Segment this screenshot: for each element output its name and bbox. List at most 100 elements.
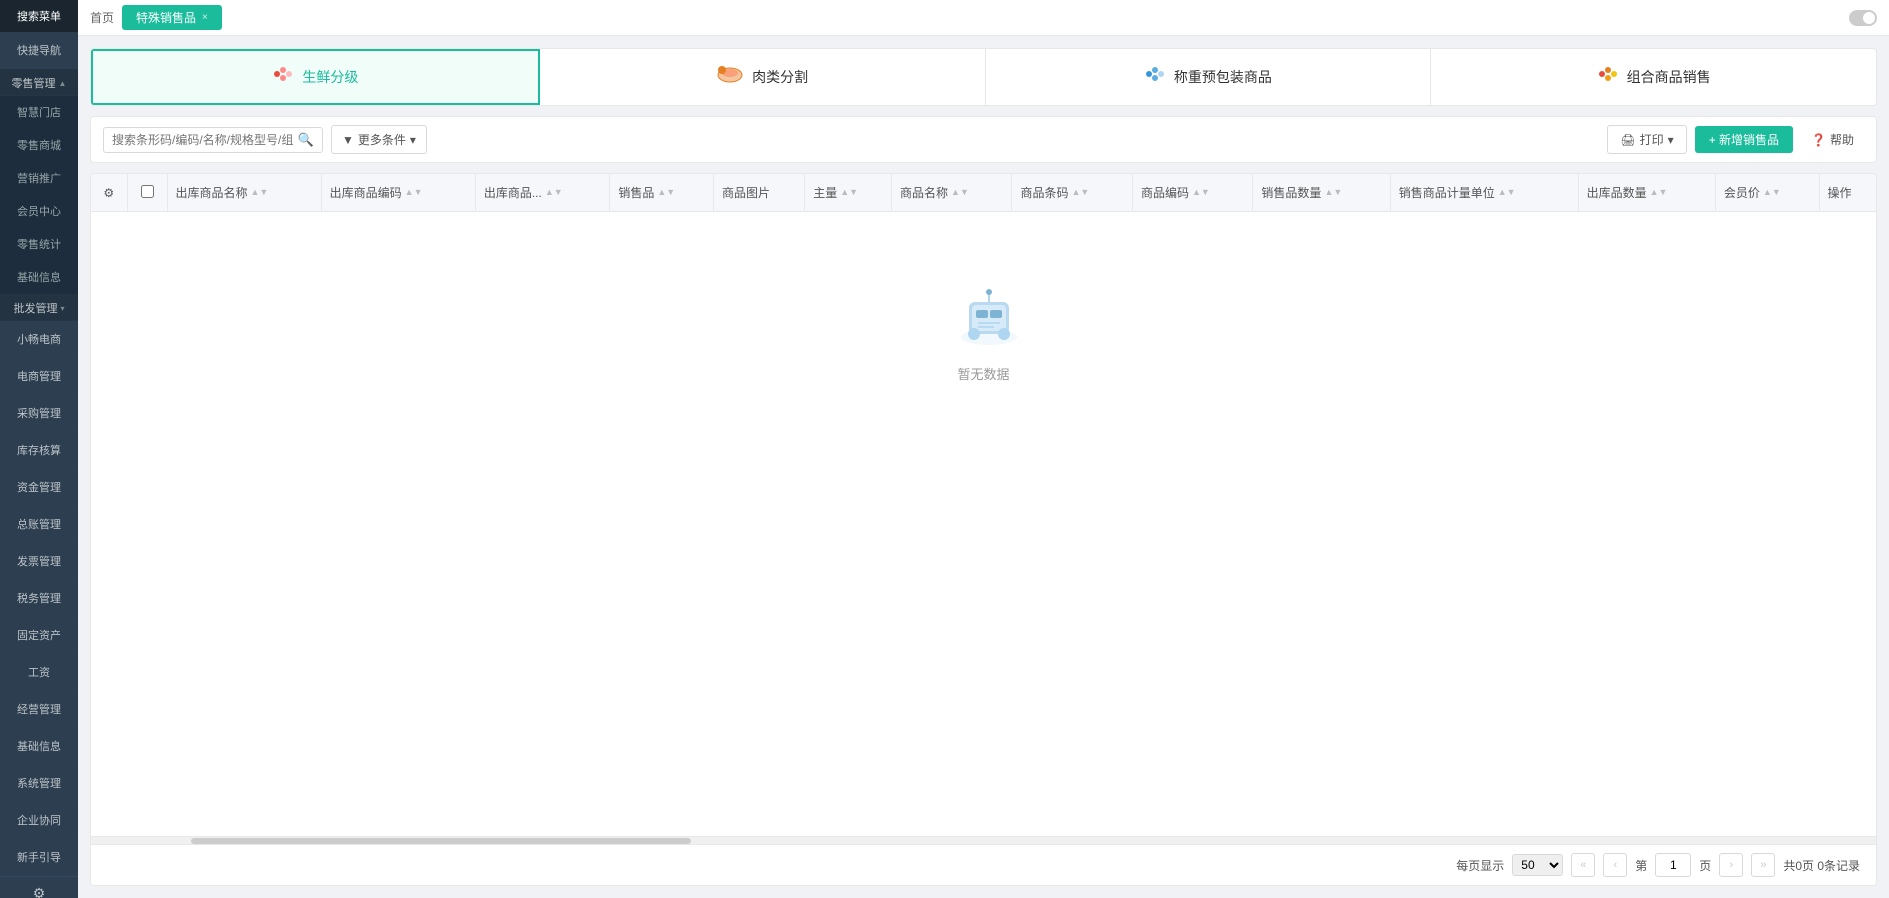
- sidebar-item-tax-mgmt[interactable]: 税务管理: [0, 580, 78, 617]
- th-sales-qty[interactable]: 销售品数量 ▲▼: [1253, 174, 1390, 212]
- tab-close-icon[interactable]: ×: [202, 12, 208, 23]
- th-outbound-code[interactable]: 出库商品编码 ▲▼: [321, 174, 475, 212]
- select-all-checkbox[interactable]: [141, 185, 154, 198]
- sidebar-item-smart-store[interactable]: 智慧门店: [0, 96, 78, 129]
- th-product-name[interactable]: 商品名称 ▲▼: [892, 174, 1012, 212]
- marketing-label: 营销推广: [17, 173, 61, 185]
- sidebar-item-purchase-mgmt[interactable]: 采购管理: [0, 395, 78, 432]
- search-icon[interactable]: 🔍: [298, 132, 314, 148]
- cat-tab-meat[interactable]: 肉类分割: [540, 49, 986, 105]
- sidebar-item-general-ledger[interactable]: 总账管理: [0, 506, 78, 543]
- empty-state: 暂无数据: [91, 212, 1876, 443]
- retail-mgmt-arrow: ▲: [59, 79, 67, 88]
- cat-tab-fresh[interactable]: 生鲜分级: [91, 49, 540, 105]
- sidebar-item-base-info[interactable]: 基础信息: [0, 261, 78, 294]
- cat-tab-weigh[interactable]: 称重预包装商品: [986, 49, 1432, 105]
- add-product-button[interactable]: + 新增销售品: [1695, 126, 1793, 153]
- active-tab[interactable]: 特殊销售品 ×: [122, 5, 222, 30]
- th-sales-item[interactable]: 销售品 ▲▼: [610, 174, 714, 212]
- filter-arrow-icon: ▾: [410, 133, 416, 147]
- th-sales-unit[interactable]: 销售商品计量单位 ▲▼: [1390, 174, 1578, 212]
- sidebar-item-quick-nav[interactable]: 快捷导航: [0, 32, 78, 69]
- th-outbound-spec-label: 出库商品...: [484, 184, 542, 201]
- sidebar-item-inventory[interactable]: 库存核算: [0, 432, 78, 469]
- th-outbound-spec[interactable]: 出库商品... ▲▼: [475, 174, 610, 212]
- main-area: 首页 特殊销售品 × 生鲜分级: [78, 0, 1889, 898]
- meat-icon: [716, 65, 744, 89]
- th-actions: 操作: [1819, 174, 1876, 212]
- sidebar-item-retail-mgmt[interactable]: 零售管理 ▲: [0, 69, 78, 96]
- last-page-button[interactable]: »: [1751, 853, 1775, 877]
- sort-product-name-icon: ▲▼: [951, 188, 969, 197]
- sort-barcode-icon: ▲▼: [1072, 188, 1090, 197]
- th-barcode[interactable]: 商品条码 ▲▼: [1012, 174, 1132, 212]
- fresh-label: 生鲜分级: [302, 67, 358, 87]
- smart-store-label: 智慧门店: [17, 107, 61, 119]
- fresh-icon: [272, 65, 294, 89]
- print-icon: 🖨: [1620, 133, 1635, 147]
- sidebar-item-invoice-mgmt[interactable]: 发票管理: [0, 543, 78, 580]
- sidebar-item-capital-mgmt[interactable]: 资金管理: [0, 469, 78, 506]
- sidebar-item-salary[interactable]: 工资: [0, 654, 78, 691]
- th-outbound-code-label: 出库商品编码: [330, 184, 402, 201]
- sidebar-item-system-mgmt[interactable]: 系统管理: [0, 765, 78, 802]
- th-member-price-label: 会员价: [1724, 184, 1760, 201]
- first-page-button[interactable]: «: [1571, 853, 1595, 877]
- next-page-button[interactable]: ›: [1719, 853, 1743, 877]
- page-number-input[interactable]: [1655, 853, 1691, 877]
- th-outbound-qty[interactable]: 出库品数量 ▲▼: [1578, 174, 1715, 212]
- sidebar-logo[interactable]: 搜索菜单: [0, 0, 78, 32]
- empty-icon: [944, 272, 1024, 352]
- quick-nav-label: 快捷导航: [17, 42, 61, 58]
- sidebar-item-new-guide[interactable]: 新手引导: [0, 839, 78, 876]
- sidebar-settings[interactable]: ⚙: [0, 876, 78, 898]
- th-checkbox[interactable]: [127, 174, 167, 212]
- category-tabs: 生鲜分级 肉类分割: [90, 48, 1877, 106]
- meat-label: 肉类分割: [752, 67, 808, 87]
- th-settings[interactable]: ⚙: [91, 174, 127, 212]
- per-page-select[interactable]: 10 20 50 100: [1512, 854, 1563, 876]
- print-button[interactable]: 🖨 打印 ▾: [1607, 125, 1686, 154]
- prev-page-button[interactable]: ‹: [1603, 853, 1627, 877]
- sidebar-item-mini-ecommerce[interactable]: 小畅电商: [0, 321, 78, 358]
- filter-icon: ▼: [342, 133, 354, 147]
- sidebar-item-operations-mgmt[interactable]: 经营管理: [0, 691, 78, 728]
- sidebar-item-fixed-assets[interactable]: 固定资产: [0, 617, 78, 654]
- sidebar-item-members[interactable]: 会员中心: [0, 195, 78, 228]
- filter-label: 更多条件: [358, 131, 406, 148]
- sidebar-item-retail-stats[interactable]: 零售统计: [0, 228, 78, 261]
- table-scroll-area[interactable]: ⚙ 出库商品名称 ▲▼: [91, 174, 1876, 836]
- search-input[interactable]: [112, 133, 293, 147]
- help-button[interactable]: ❓ 帮助: [1801, 126, 1864, 153]
- members-label: 会员中心: [17, 206, 61, 218]
- ecommerce-mgmt-label: 电商管理: [17, 368, 61, 384]
- sidebar-item-base-info2[interactable]: 基础信息: [0, 728, 78, 765]
- capital-mgmt-label: 资金管理: [17, 479, 61, 495]
- sidebar: 搜索菜单 快捷导航 零售管理 ▲ 智慧门店 零售商城 营销推广 会员中心 零售统…: [0, 0, 78, 898]
- active-tab-label: 特殊销售品: [136, 9, 196, 26]
- th-main-weight[interactable]: 主量 ▲▼: [805, 174, 892, 212]
- topbar-right: [1849, 10, 1877, 26]
- sidebar-item-ecommerce-mgmt[interactable]: 电商管理: [0, 358, 78, 395]
- table-horizontal-scrollbar[interactable]: [91, 836, 1876, 844]
- home-link[interactable]: 首页: [90, 9, 114, 26]
- sidebar-item-marketing[interactable]: 营销推广: [0, 162, 78, 195]
- th-product-code-label: 商品编码: [1141, 184, 1189, 201]
- print-arrow: ▾: [1668, 133, 1674, 147]
- th-barcode-label: 商品条码: [1020, 184, 1068, 201]
- toolbar: 🔍 ▼ 更多条件 ▾ 🖨 打印 ▾ + 新增销售品 ❓ 帮助: [90, 116, 1877, 163]
- sort-outbound-spec-icon: ▲▼: [545, 188, 563, 197]
- toggle-switch[interactable]: [1849, 10, 1877, 26]
- inventory-label: 库存核算: [17, 442, 61, 458]
- sidebar-item-wholesale-mgmt[interactable]: 批发管理 ▾: [0, 294, 78, 321]
- filter-button[interactable]: ▼ 更多条件 ▾: [331, 125, 427, 154]
- base-info-label: 基础信息: [17, 272, 61, 284]
- sort-sales-item-icon: ▲▼: [657, 188, 675, 197]
- sidebar-item-retail-mall[interactable]: 零售商城: [0, 129, 78, 162]
- cat-tab-combo[interactable]: 组合商品销售: [1431, 49, 1876, 105]
- th-member-price[interactable]: 会员价 ▲▼: [1715, 174, 1819, 212]
- th-outbound-name[interactable]: 出库商品名称 ▲▼: [167, 174, 321, 212]
- weigh-icon: [1144, 65, 1166, 89]
- th-product-code[interactable]: 商品编码 ▲▼: [1132, 174, 1252, 212]
- sidebar-item-enterprise-agreement[interactable]: 企业协同: [0, 802, 78, 839]
